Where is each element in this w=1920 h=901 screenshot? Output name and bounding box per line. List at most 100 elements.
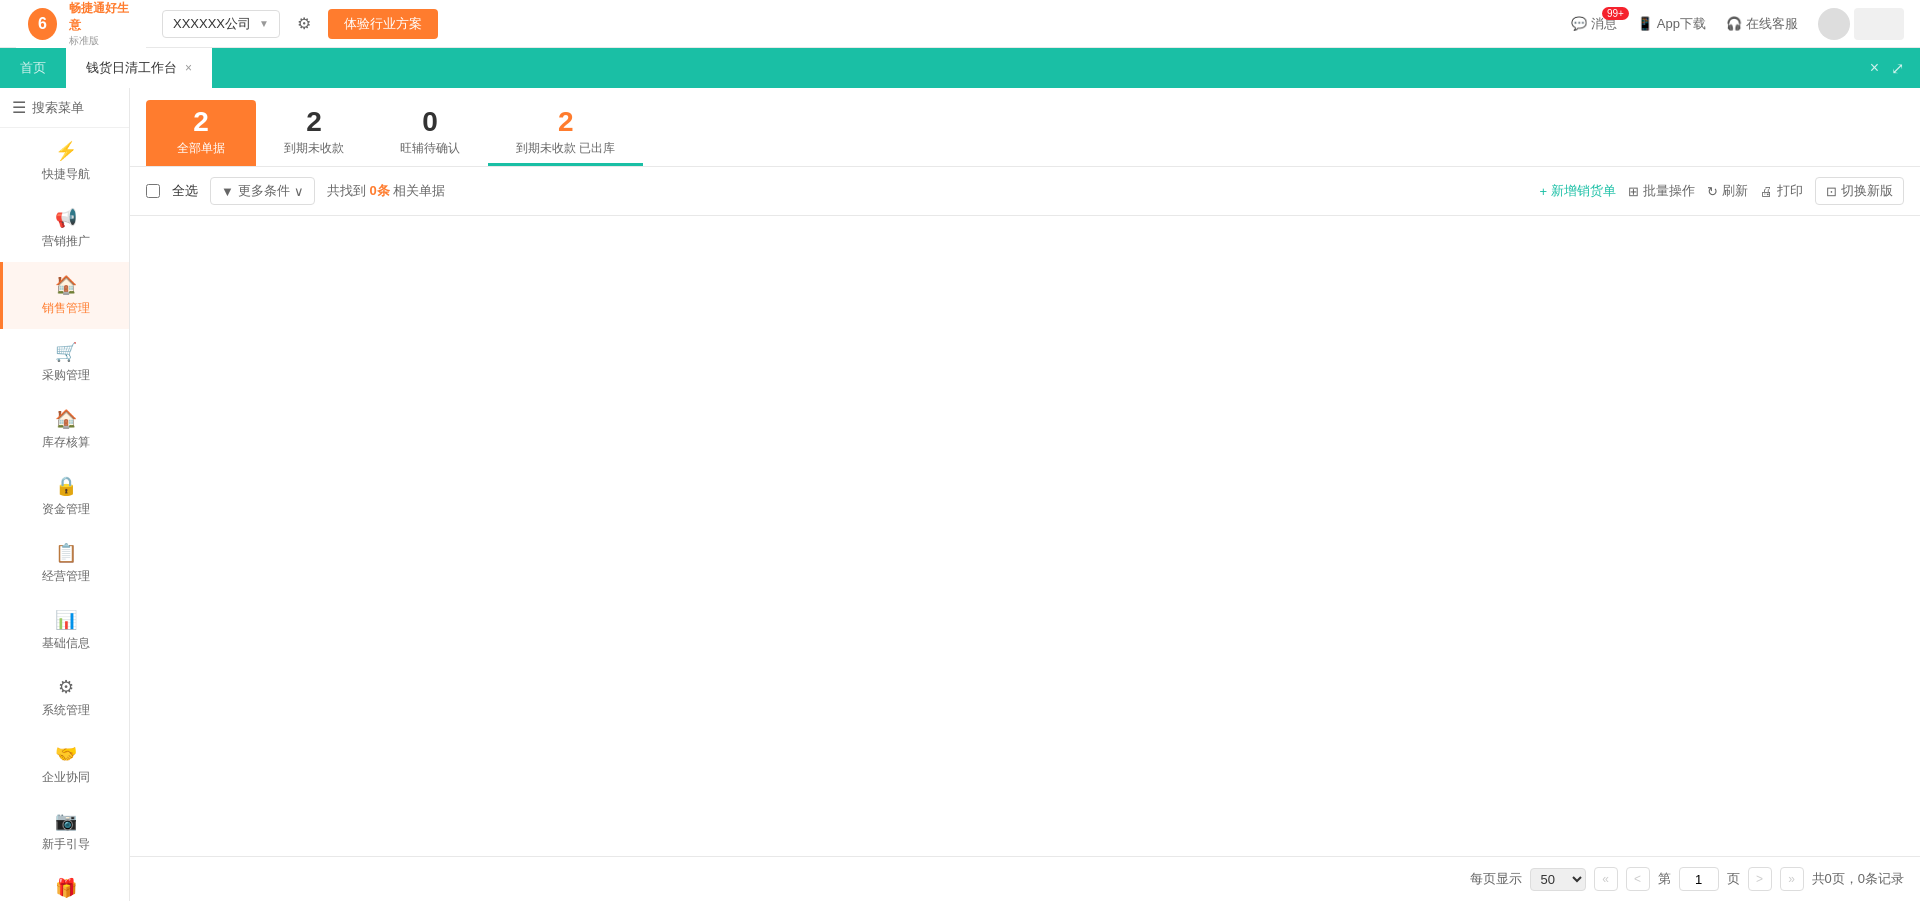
stat-label-all: 全部单据 <box>177 140 225 157</box>
switch-label: 切换新版 <box>1841 182 1893 200</box>
switch-icon: ⊡ <box>1826 184 1837 199</box>
found-prefix: 共找到 <box>327 183 366 198</box>
top-bar-content: XXXXXX公司 ▼ ⚙ 体验行业方案 💬 消息 99+ 📱 App下载 🎧 在… <box>146 8 1904 40</box>
guide-icon: 📷 <box>55 810 77 832</box>
print-label: 打印 <box>1777 182 1803 200</box>
stat-number-pending: 0 <box>422 106 438 138</box>
sidebar-label-marketing: 营销推广 <box>42 233 90 250</box>
app-download-button[interactable]: 📱 App下载 <box>1637 15 1706 33</box>
last-page-button[interactable]: » <box>1780 867 1804 891</box>
online-support-label: 在线客服 <box>1746 15 1798 33</box>
experience-button[interactable]: 体验行业方案 <box>328 9 438 39</box>
add-sales-order-button[interactable]: + 新增销货单 <box>1539 182 1616 200</box>
tab-active[interactable]: 钱货日清工作台 × <box>66 48 212 88</box>
tab-home[interactable]: 首页 <box>0 48 66 88</box>
stat-tab-all[interactable]: 2 全部单据 <box>146 100 256 166</box>
close-tab-icon[interactable]: × <box>185 61 192 75</box>
first-page-button[interactable]: « <box>1594 867 1618 891</box>
sidebar-item-operations[interactable]: 📋 经营管理 <box>0 530 129 597</box>
system-icon: ⚙ <box>58 676 74 698</box>
app-center-icon: 🎁 <box>55 877 77 899</box>
stat-tab-overdue[interactable]: 2 到期未收款 <box>256 100 372 166</box>
filter-button[interactable]: ▼ 更多条件 ∨ <box>210 177 315 205</box>
select-all-checkbox[interactable] <box>146 184 160 198</box>
print-icon: 🖨 <box>1760 184 1773 199</box>
sidebar-item-search[interactable]: ☰ 搜索菜单 <box>0 88 129 128</box>
settings-button[interactable]: ⚙ <box>288 8 320 40</box>
message-icon: 💬 <box>1571 16 1587 31</box>
sidebar-item-quick-nav[interactable]: ⚡ 快捷导航 <box>0 128 129 195</box>
sidebar-item-app-center[interactable]: 🎁 应用中心 <box>0 865 129 901</box>
switch-version-button[interactable]: ⊡ 切换新版 <box>1815 177 1904 205</box>
total-records-label: 共0页，0条记录 <box>1812 870 1904 888</box>
online-support-button[interactable]: 🎧 在线客服 <box>1726 15 1798 33</box>
marketing-icon: 📢 <box>55 207 77 229</box>
logo-title: 畅捷通好生意 <box>69 0 134 34</box>
sidebar-item-cooperation[interactable]: 🤝 企业协同 <box>0 731 129 798</box>
app-download-icon: 📱 <box>1637 16 1653 31</box>
sales-icon: 🏠 <box>55 274 77 296</box>
sidebar-item-marketing[interactable]: 📢 营销推广 <box>0 195 129 262</box>
sidebar-item-basic-info[interactable]: 📊 基础信息 <box>0 597 129 664</box>
batch-operations-button[interactable]: ⊞ 批量操作 <box>1628 182 1695 200</box>
window-expand-button[interactable]: ⤢ <box>1891 59 1904 78</box>
stat-label-pending: 旺辅待确认 <box>400 140 460 157</box>
refresh-button[interactable]: ↻ 刷新 <box>1707 182 1748 200</box>
inventory-icon: 🏠 <box>55 408 77 430</box>
content-area: 2 全部单据 2 到期未收款 0 旺辅待确认 2 到期未收款 已出库 全选 ▼ … <box>130 88 1920 901</box>
sidebar-label-sales: 销售管理 <box>42 300 90 317</box>
top-right-actions: 💬 消息 99+ 📱 App下载 🎧 在线客服 <box>1571 8 1904 40</box>
sidebar-item-sales[interactable]: 🏠 销售管理 <box>0 262 129 329</box>
purchase-icon: 🛒 <box>55 341 77 363</box>
batch-icon: ⊞ <box>1628 184 1639 199</box>
stat-number-all: 2 <box>193 106 209 138</box>
prev-page-button[interactable]: < <box>1626 867 1650 891</box>
logo-icon: 6 <box>28 8 57 40</box>
toolbar-right: + 新增销货单 ⊞ 批量操作 ↻ 刷新 🖨 打印 ⊡ 切换新版 <box>1539 177 1904 205</box>
table-area <box>130 216 1920 856</box>
stat-label-overdue: 到期未收款 <box>284 140 344 157</box>
logo-area: 6 畅捷通好生意 标准版 <box>16 0 146 48</box>
sidebar-item-finance[interactable]: 🔒 资金管理 <box>0 463 129 530</box>
window-close-button[interactable]: × <box>1870 59 1879 77</box>
stat-number-overdue: 2 <box>306 106 322 138</box>
messages-button[interactable]: 💬 消息 99+ <box>1571 15 1617 33</box>
support-icon: 🎧 <box>1726 16 1742 31</box>
sidebar-label-guide: 新手引导 <box>42 836 90 853</box>
page-number-input[interactable] <box>1679 867 1719 891</box>
sidebar: ☰ 搜索菜单 ⚡ 快捷导航 📢 营销推广 🏠 销售管理 🛒 采购管理 🏠 库存核… <box>0 88 130 901</box>
print-button[interactable]: 🖨 打印 <box>1760 182 1803 200</box>
pagination: 每页显示 10 20 50 100 « < 第 页 > » 共0页，0条记录 <box>130 856 1920 901</box>
operations-icon: 📋 <box>55 542 77 564</box>
sidebar-item-inventory[interactable]: 🏠 库存核算 <box>0 396 129 463</box>
sidebar-item-purchase[interactable]: 🛒 采购管理 <box>0 329 129 396</box>
tab-bar: 首页 钱货日清工作台 × × ⤢ <box>0 48 1920 88</box>
page-prefix-label: 第 <box>1658 870 1671 888</box>
avatar[interactable] <box>1818 8 1904 40</box>
sidebar-label-system: 系统管理 <box>42 702 90 719</box>
sidebar-label-operations: 经营管理 <box>42 568 90 585</box>
stat-tab-pending[interactable]: 0 旺辅待确认 <box>372 100 488 166</box>
filter-label: 更多条件 <box>238 182 290 200</box>
top-bar: 6 畅捷通好生意 标准版 XXXXXX公司 ▼ ⚙ 体验行业方案 💬 消息 99… <box>0 0 1920 48</box>
messages-badge: 99+ <box>1602 7 1629 20</box>
page-size-select[interactable]: 10 20 50 100 <box>1530 868 1586 891</box>
next-page-button[interactable]: > <box>1748 867 1772 891</box>
filter-icon: ▼ <box>221 184 234 199</box>
found-count: 0条 <box>370 183 390 198</box>
tab-active-label: 钱货日清工作台 <box>86 59 177 77</box>
stat-tab-overdue-shipped[interactable]: 2 到期未收款 已出库 <box>488 100 643 166</box>
main-layout: ☰ 搜索菜单 ⚡ 快捷导航 📢 营销推广 🏠 销售管理 🛒 采购管理 🏠 库存核… <box>0 88 1920 901</box>
toolbar: 全选 ▼ 更多条件 ∨ 共找到 0条 相关单据 + 新增销货单 ⊞ 批量操作 <box>130 167 1920 216</box>
refresh-icon: ↻ <box>1707 184 1718 199</box>
sidebar-item-system[interactable]: ⚙ 系统管理 <box>0 664 129 731</box>
sidebar-label-purchase: 采购管理 <box>42 367 90 384</box>
basic-info-icon: 📊 <box>55 609 77 631</box>
page-suffix-label: 页 <box>1727 870 1740 888</box>
sidebar-label-quick-nav: 快捷导航 <box>42 166 90 183</box>
tab-window-actions: × ⤢ <box>1870 59 1920 78</box>
sidebar-label-inventory: 库存核算 <box>42 434 90 451</box>
avatar-image <box>1818 8 1850 40</box>
sidebar-item-guide[interactable]: 📷 新手引导 <box>0 798 129 865</box>
company-selector[interactable]: XXXXXX公司 ▼ <box>162 10 280 38</box>
